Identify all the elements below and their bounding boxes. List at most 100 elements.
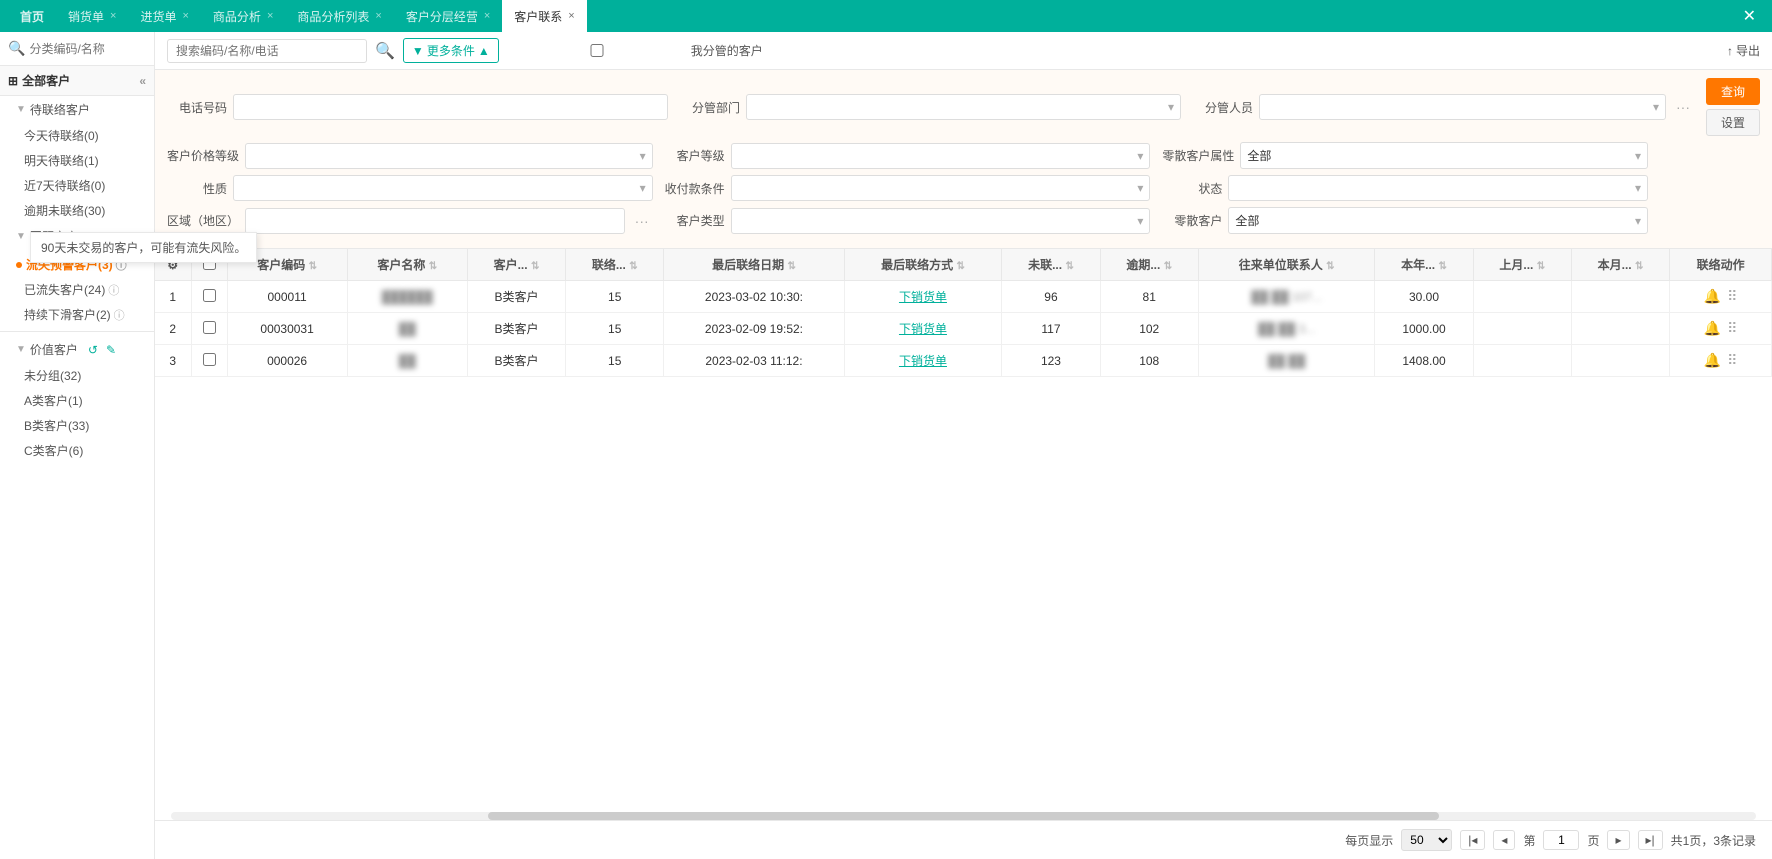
sidebar-item-classA[interactable]: A类客户(1) <box>0 388 154 413</box>
sidebar-search-area: 🔍 <box>0 32 154 66</box>
row-checkbox-2[interactable] <box>203 353 216 366</box>
row-checkbox-1[interactable] <box>203 321 216 334</box>
close-purchase-icon[interactable]: × <box>182 10 188 22</box>
7days-label: 近7天待联络(0) <box>24 177 105 194</box>
tab-purchase[interactable]: 进货单 × <box>128 0 200 32</box>
search-button[interactable]: 🔍 <box>375 41 395 61</box>
next-page-button[interactable]: ▸ <box>1607 830 1629 850</box>
tab-sales-label: 销货单 <box>68 8 104 25</box>
th-thismonth[interactable]: 本月... ⇅ <box>1571 249 1669 281</box>
filter-row-2: 客户价格等级 ▾ 客户等级 ▾ 零散客户属性 全部 <box>167 142 1760 169</box>
th-name[interactable]: 客户名称 ⇅ <box>347 249 467 281</box>
sidebar-item-tomorrow[interactable]: 明天待联络(1) <box>0 148 154 173</box>
sort-lastway-icon: ⇅ <box>956 261 964 272</box>
close-analysis-list-icon[interactable]: × <box>375 10 381 22</box>
page-unit-label: 页 <box>1587 832 1599 849</box>
query-button[interactable]: 查询 <box>1706 78 1760 105</box>
th-nocontact[interactable]: 未联... ⇅ <box>1002 249 1100 281</box>
phone-input[interactable] <box>233 94 668 120</box>
tab-sales[interactable]: 销货单 × <box>56 0 128 32</box>
scatter-attr-select[interactable]: 全部 ▾ <box>1240 142 1648 169</box>
nature-select[interactable]: ▾ <box>233 175 653 201</box>
th-contact[interactable]: 联络... ⇅ <box>566 249 664 281</box>
cell-actions: 🔔 ⠿ <box>1670 345 1772 377</box>
cell-checkbox[interactable] <box>191 313 227 345</box>
tab-customer-contact[interactable]: 客户联系 × <box>502 0 586 32</box>
customer-type-select[interactable]: ▾ <box>731 208 1151 234</box>
my-customers-checkbox[interactable] <box>507 44 687 57</box>
sidebar-item-ungroup[interactable]: 未分组(32) <box>0 363 154 388</box>
th-thisyear[interactable]: 本年... ⇅ <box>1375 249 1473 281</box>
cell-lastway[interactable]: 下销货单 <box>844 345 1002 377</box>
status-select[interactable]: ▾ <box>1228 175 1648 201</box>
tab-analysis[interactable]: 商品分析 × <box>201 0 285 32</box>
th-type[interactable]: 客户... ⇅ <box>467 249 565 281</box>
row-checkbox-0[interactable] <box>203 289 216 302</box>
search-input[interactable] <box>167 39 367 63</box>
scrollbar-thumb[interactable] <box>488 812 1439 820</box>
sidebar-item-today[interactable]: 今天待联络(0) <box>0 123 154 148</box>
th-lastmonth[interactable]: 上月... ⇅ <box>1473 249 1571 281</box>
sidebar-item-declining[interactable]: 持续下滑客户(2) ⓘ <box>0 302 154 327</box>
person-select[interactable]: ▾ <box>1259 94 1666 120</box>
person-ellipsis[interactable]: ··· <box>1672 99 1694 115</box>
last-page-button[interactable]: ▸| <box>1638 830 1663 850</box>
sidebar-item-classB[interactable]: B类客户(33) <box>0 413 154 438</box>
region-ellipsis[interactable]: ··· <box>631 213 653 229</box>
sidebar-item-overdue[interactable]: 逾期未联络(30) <box>0 198 154 223</box>
cell-overdue: 108 <box>1100 345 1198 377</box>
sidebar-item-classC[interactable]: C类客户(6) <box>0 438 154 463</box>
close-analysis-icon[interactable]: × <box>267 10 273 22</box>
action-more-icon[interactable]: ⠿ <box>1727 320 1737 337</box>
dept-select[interactable]: ▾ <box>746 94 1181 120</box>
prev-page-button[interactable]: ◂ <box>1493 830 1515 850</box>
sidebar-item-7days[interactable]: 近7天待联络(0) <box>0 173 154 198</box>
export-button[interactable]: ↑ 导出 <box>1727 42 1760 59</box>
page-number-input[interactable] <box>1543 830 1579 850</box>
price-grade-select[interactable]: ▾ <box>245 143 653 169</box>
action-contact-icon[interactable]: 🔔 <box>1704 288 1721 305</box>
tab-home[interactable]: 首页 <box>8 0 56 32</box>
close-sales-icon[interactable]: × <box>110 10 116 22</box>
sidebar-group-value[interactable]: ▼ 价值客户 ↺ ✎ <box>0 336 154 363</box>
more-conditions-button[interactable]: ▼ 更多条件 ▲ <box>403 38 499 63</box>
refresh-icon-value[interactable]: ↺ <box>88 343 98 357</box>
ungroup-label: 未分组(32) <box>24 367 81 384</box>
action-contact-icon[interactable]: 🔔 <box>1704 352 1721 369</box>
per-page-select[interactable]: 50 100 200 <box>1401 829 1452 851</box>
sidebar-search-input[interactable] <box>29 42 155 56</box>
region-input[interactable] <box>245 208 625 234</box>
cell-code: 000011 <box>227 281 347 313</box>
cell-lastway[interactable]: 下销货单 <box>844 313 1002 345</box>
payment-select[interactable]: ▾ <box>731 175 1151 201</box>
action-more-icon[interactable]: ⠿ <box>1727 288 1737 305</box>
tab-analysis-list[interactable]: 商品分析列表 × <box>285 0 393 32</box>
collapse-sidebar-icon[interactable]: « <box>139 74 146 88</box>
sidebar-item-lost[interactable]: 已流失客户(24) ⓘ <box>0 277 154 302</box>
close-all-button[interactable]: ✕ <box>1735 6 1764 26</box>
close-customer-layer-icon[interactable]: × <box>484 10 490 22</box>
th-contactperson[interactable]: 往来单位联系人 ⇅ <box>1198 249 1375 281</box>
tab-customer-layer[interactable]: 客户分层经营 × <box>394 0 502 32</box>
th-lastdate[interactable]: 最后联络日期 ⇅ <box>664 249 844 281</box>
grade-select[interactable]: ▾ <box>731 143 1151 169</box>
filter-form: 电话号码 分管部门 ▾ 分管人员 ▾ ··· <box>155 70 1772 249</box>
action-more-icon[interactable]: ⠿ <box>1727 352 1737 369</box>
cell-checkbox[interactable] <box>191 281 227 313</box>
sidebar-group-pending[interactable]: ▼ 待联络客户 <box>0 96 154 123</box>
th-lastway[interactable]: 最后联络方式 ⇅ <box>844 249 1002 281</box>
scrollbar-track[interactable] <box>171 812 1756 820</box>
filter-row-3: 性质 ▾ 收付款条件 ▾ 状态 <box>167 175 1760 201</box>
th-overdue[interactable]: 逾期... ⇅ <box>1100 249 1198 281</box>
filter-status: 状态 ▾ <box>1162 175 1648 201</box>
sidebar-all-customers[interactable]: ⊞ 全部客户 « <box>0 66 154 96</box>
action-contact-icon[interactable]: 🔔 <box>1704 320 1721 337</box>
first-page-button[interactable]: |◂ <box>1460 830 1485 850</box>
edit-icon-value[interactable]: ✎ <box>106 343 116 357</box>
cell-lastway[interactable]: 下销货单 <box>844 281 1002 313</box>
close-customer-contact-icon[interactable]: × <box>568 10 574 22</box>
scatter-customer-select[interactable]: 全部 ▾ <box>1228 207 1648 234</box>
settings-button[interactable]: 设置 <box>1706 109 1760 136</box>
filter-dept: 分管部门 ▾ <box>680 94 1181 120</box>
cell-checkbox[interactable] <box>191 345 227 377</box>
